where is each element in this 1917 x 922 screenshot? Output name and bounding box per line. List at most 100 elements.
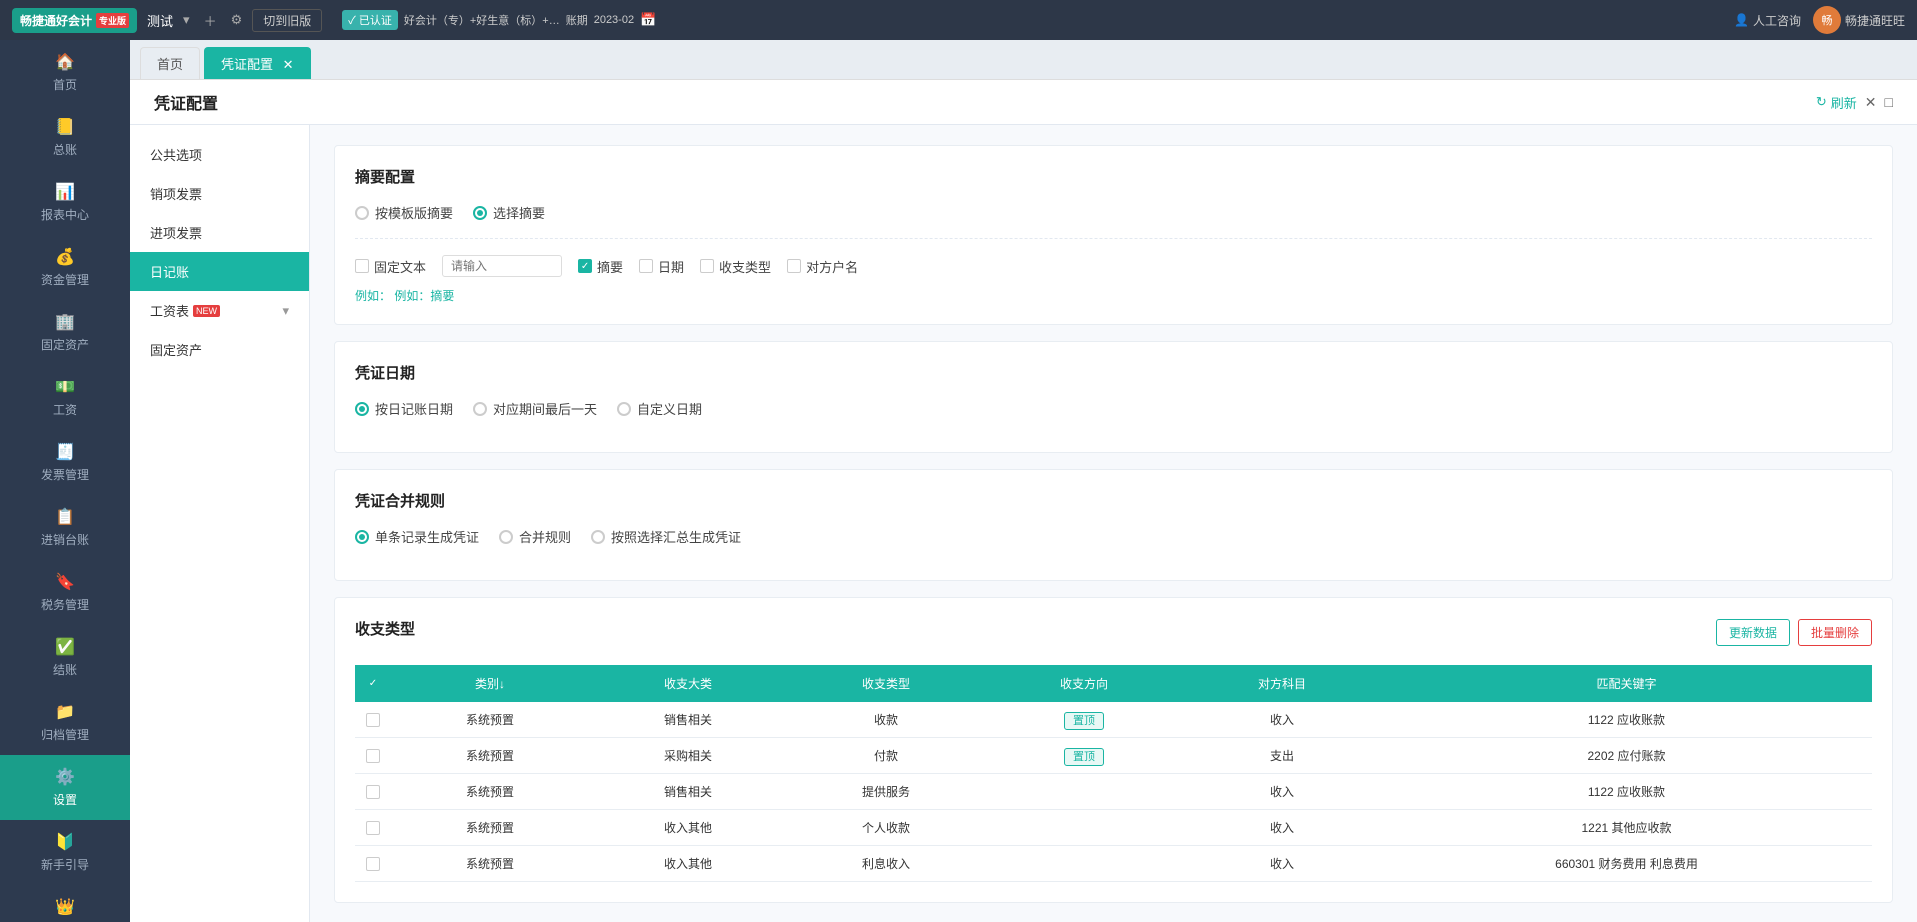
avatar: 畅 — [1813, 6, 1841, 34]
sidebar-item-reports[interactable]: 📊 报表中心 — [0, 170, 130, 235]
tab-home[interactable]: 首页 — [140, 47, 200, 79]
nav-item-sales-invoice[interactable]: 销项发票 — [130, 174, 309, 213]
radio-custom-date-label: 自定义日期 — [637, 399, 702, 418]
sidebar-item-closing[interactable]: ✅ 结账 — [0, 625, 130, 690]
module-dropdown-icon[interactable]: ▾ — [183, 12, 190, 28]
sidebar-item-guide[interactable]: 🔰 新手引导 — [0, 820, 130, 885]
tab-voucher-config[interactable]: 凭证配置 ✕ — [204, 47, 311, 79]
sidebar-label-closing: 结账 — [53, 661, 77, 678]
period-label: 账期 — [566, 12, 588, 28]
checkbox-counterparty[interactable]: 对方户名 — [787, 257, 858, 276]
checkbox-fixed-text[interactable]: 固定文本 — [355, 257, 426, 276]
top-tag-0[interactable]: 置顶 — [1064, 712, 1104, 730]
row-category-0: 系统预置 — [391, 702, 589, 738]
radio-aggregate[interactable]: 按照选择汇总生成凭证 — [591, 527, 741, 546]
window-close-button[interactable]: ✕ — [1865, 94, 1877, 111]
row-category-1: 系统预置 — [391, 738, 589, 774]
switch-old-version-button[interactable]: 切到旧版 — [252, 9, 322, 32]
consultant-button[interactable]: 👤 人工咨询 — [1734, 12, 1801, 29]
user-profile[interactable]: 畅 畅捷通旺旺 — [1813, 6, 1905, 34]
sidebar-item-settings[interactable]: ⚙️ 设置 — [0, 755, 130, 820]
sidebar-item-member[interactable]: 👑 畅会员 — [0, 885, 130, 922]
row-major-4: 收入其他 — [589, 846, 787, 882]
radio-merge-rule[interactable]: 合并规则 — [499, 527, 571, 546]
income-expense-table: ✓ 类别↓ 收支大类 收支类型 收支方向 对方科目 匹配关键字 — [355, 665, 1872, 882]
calendar-icon[interactable]: 📅 — [640, 12, 656, 28]
radio-template-summary[interactable]: 按模板版摘要 — [355, 203, 453, 222]
archive-icon: 📁 — [55, 702, 75, 722]
sidebar-item-funds[interactable]: 💰 资金管理 — [0, 235, 130, 300]
row-checkbox-2[interactable] — [355, 774, 391, 810]
batch-delete-button[interactable]: 批量删除 — [1798, 619, 1872, 646]
checkbox-summary[interactable]: ✓ 摘要 — [578, 257, 623, 276]
nav-label-public: 公共选项 — [150, 145, 202, 164]
example-value: 例如：摘要 — [394, 289, 454, 303]
ledger-icon: 📒 — [55, 117, 75, 137]
radio-template-label: 按模板版摘要 — [375, 203, 453, 222]
new-badge: NEW — [193, 305, 220, 317]
radio-diary-date[interactable]: 按日记账日期 — [355, 399, 453, 418]
voucher-date-group: 按日记账日期 对应期间最后一天 自定义日期 — [355, 399, 1872, 418]
row-direction-1: 置顶 — [985, 738, 1183, 774]
sidebar-label-settings: 设置 — [53, 791, 77, 808]
checkbox-date[interactable]: 日期 — [639, 257, 684, 276]
radio-merge-rule-circle — [499, 530, 513, 544]
checkbox-income-type[interactable]: 收支类型 — [700, 257, 771, 276]
current-module: 测试 — [147, 11, 173, 30]
sidebar-item-tax[interactable]: 🔖 税务管理 — [0, 560, 130, 625]
sidebar-item-ledger[interactable]: 📒 总账 — [0, 105, 130, 170]
row-check-box-4[interactable] — [366, 857, 380, 871]
sidebar-item-salary[interactable]: 💵 工资 — [0, 365, 130, 430]
nav-item-diary[interactable]: 日记账 — [130, 252, 309, 291]
reports-icon: 📊 — [55, 182, 75, 202]
radio-custom-date[interactable]: 自定义日期 — [617, 399, 702, 418]
sidebar-item-invoices[interactable]: 🧾 发票管理 — [0, 430, 130, 495]
row-type-3: 个人收款 — [787, 810, 985, 846]
top-tag-1[interactable]: 置顶 — [1064, 748, 1104, 766]
tab-close-icon[interactable]: ✕ — [283, 57, 294, 72]
row-checkbox-1[interactable] — [355, 738, 391, 774]
app-logo: 畅捷通好会计 专业版 — [12, 8, 137, 33]
radio-single-record-circle — [355, 530, 369, 544]
topbar-settings-icon[interactable]: ⚙ — [231, 12, 243, 28]
nav-item-purchase-invoice[interactable]: 进项发票 — [130, 213, 309, 252]
radio-last-day[interactable]: 对应期间最后一天 — [473, 399, 597, 418]
window-maximize-button[interactable]: □ — [1885, 94, 1893, 110]
logo-badge: 专业版 — [96, 13, 129, 28]
two-panel: 公共选项 销项发票 进项发票 日记账 工资表 NEW ▾ — [130, 125, 1917, 922]
row-check-box-1[interactable] — [366, 749, 380, 763]
fixed-text-input[interactable] — [442, 255, 562, 277]
row-checkbox-0[interactable] — [355, 702, 391, 738]
row-dir-label-3: 收入 — [1183, 810, 1381, 846]
consultant-icon: 👤 — [1734, 13, 1749, 27]
sidebar-item-fixed-assets[interactable]: 🏢 固定资产 — [0, 300, 130, 365]
left-nav: 公共选项 销项发票 进项发票 日记账 工资表 NEW ▾ — [130, 125, 310, 922]
summary-mode-group: 按模板版摘要 选择摘要 — [355, 203, 1872, 222]
sidebar-item-archive[interactable]: 📁 归档管理 — [0, 690, 130, 755]
checkbox-date-label: 日期 — [658, 257, 684, 276]
topbar-plus[interactable]: ＋ — [204, 11, 217, 30]
row-checkbox-3[interactable] — [355, 810, 391, 846]
nav-item-fixed-assets-config[interactable]: 固定资产 — [130, 330, 309, 369]
update-data-button[interactable]: 更新数据 — [1716, 619, 1790, 646]
sidebar-item-home[interactable]: 🏠 首页 — [0, 40, 130, 105]
row-checkbox-4[interactable] — [355, 846, 391, 882]
radio-single-record[interactable]: 单条记录生成凭证 — [355, 527, 479, 546]
nav-label-sales-invoice: 销项发票 — [150, 184, 202, 203]
example-prefix: 例如： — [355, 289, 391, 303]
row-direction-3 — [985, 810, 1183, 846]
row-direction-4 — [985, 846, 1183, 882]
row-check-box-0[interactable] — [366, 713, 380, 727]
row-check-box-3[interactable] — [366, 821, 380, 835]
nav-item-payroll[interactable]: 工资表 NEW ▾ — [130, 291, 309, 330]
row-direction-0: 置顶 — [985, 702, 1183, 738]
sidebar-item-sales-purchase[interactable]: 📋 进销台账 — [0, 495, 130, 560]
row-major-0: 销售相关 — [589, 702, 787, 738]
table-select-all[interactable]: ✓ — [366, 677, 380, 691]
nav-label-fixed-assets-config: 固定资产 — [150, 340, 202, 359]
row-check-box-2[interactable] — [366, 785, 380, 799]
radio-select-summary[interactable]: 选择摘要 — [473, 203, 545, 222]
refresh-button[interactable]: ↻ 刷新 — [1816, 93, 1857, 112]
nav-item-public[interactable]: 公共选项 — [130, 135, 309, 174]
funds-icon: 💰 — [55, 247, 75, 267]
